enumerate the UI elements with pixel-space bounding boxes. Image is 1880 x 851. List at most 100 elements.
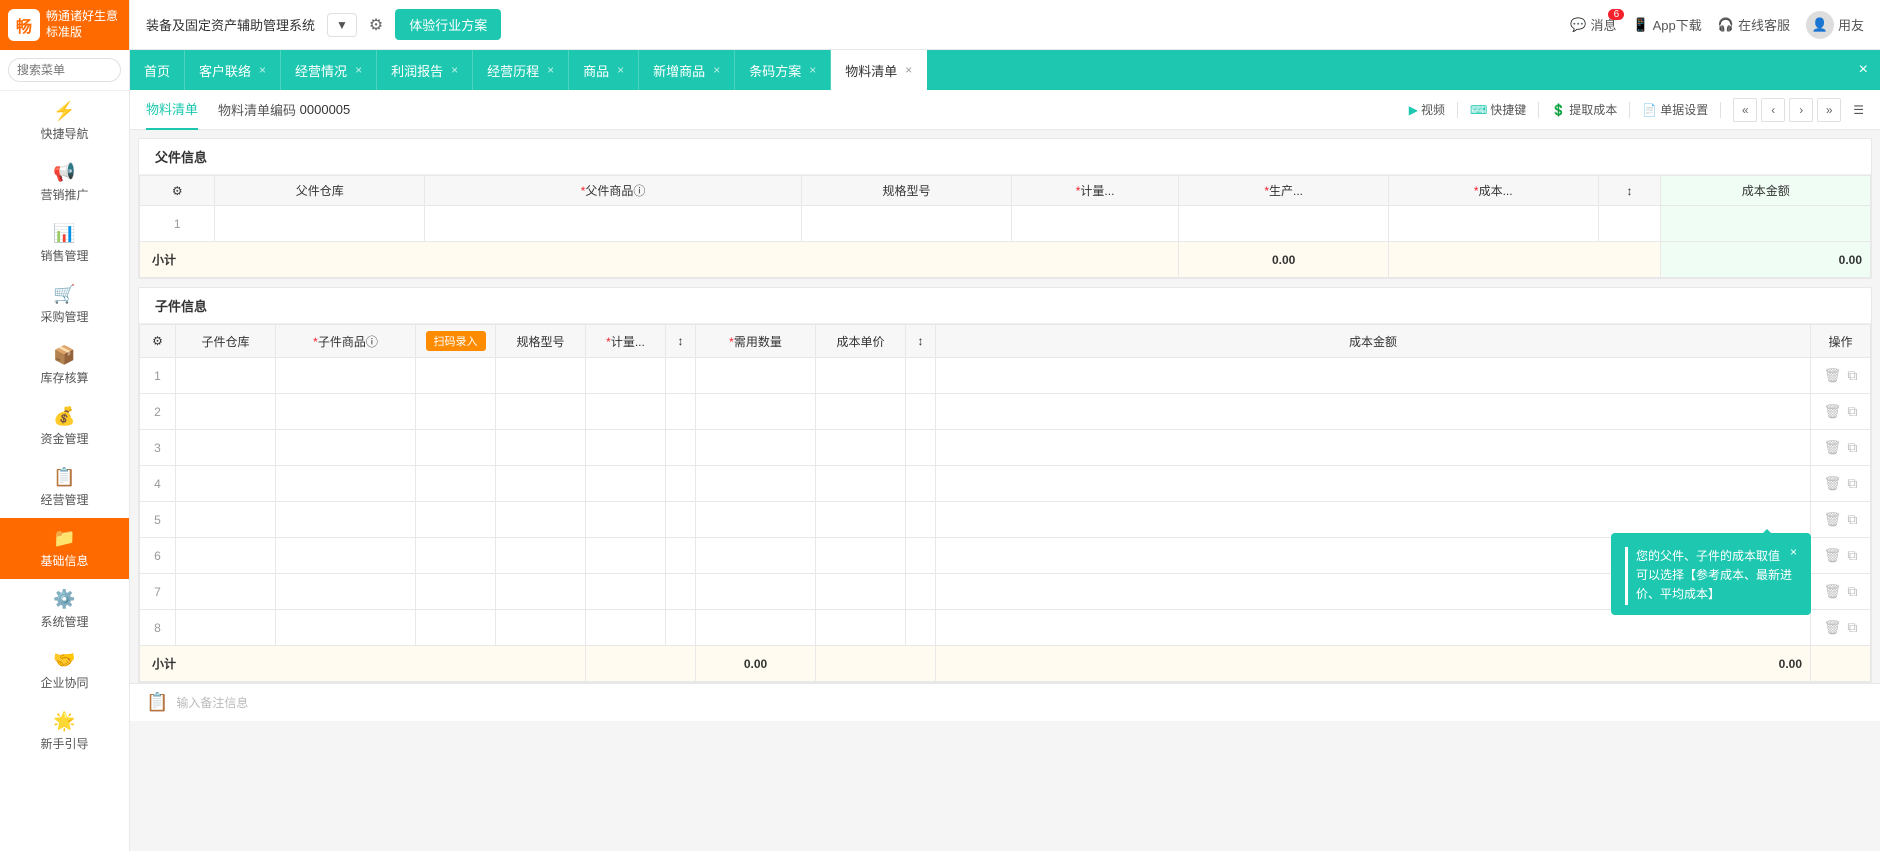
copy-icon-2[interactable]: ⧉ [1847,403,1857,420]
tab-history[interactable]: 经营历程 × [473,50,569,90]
close-all-tabs[interactable]: × [1847,61,1880,79]
setting-btn[interactable]: 📄 单据设置 [1642,101,1708,118]
child-row-5-spec[interactable] [496,502,586,538]
close-tab-bom[interactable]: × [905,63,912,77]
parent-row-1-produce[interactable] [1179,206,1389,242]
child-row-2-qty[interactable] [696,394,816,430]
child-row-6-unit[interactable] [586,538,666,574]
child-row-7-unit-cost[interactable] [816,574,906,610]
child-row-8-unit-cost[interactable] [816,610,906,646]
tab-new-goods[interactable]: 新增商品 × [639,50,735,90]
pager-prev-prev[interactable]: « [1733,98,1757,122]
note-label[interactable]: 输入备注信息 [176,694,248,711]
child-row-2-warehouse[interactable] [176,394,276,430]
child-row-8-goods[interactable] [276,610,416,646]
sidebar-item-system[interactable]: ⚙️ 系统管理 [0,579,129,640]
tab-home[interactable]: 首页 [130,50,185,90]
sidebar-item-enterprise[interactable]: 🤝 企业协同 [0,640,129,701]
child-row-5-warehouse[interactable] [176,502,276,538]
sidebar-item-quicknav[interactable]: ⚡ 快捷导航 [0,91,129,152]
search-input[interactable] [8,58,121,82]
child-row-8-spec[interactable] [496,610,586,646]
copy-icon-3[interactable]: ⧉ [1847,439,1857,456]
video-btn[interactable]: ▶ 视频 [1409,101,1445,118]
parent-row-1-unit[interactable] [1011,206,1179,242]
child-row-3-unit-cost[interactable] [816,430,906,466]
child-row-8-warehouse[interactable] [176,610,276,646]
sub-tab-bom-list[interactable]: 物料清单 [146,90,198,130]
parent-row-1-cost[interactable] [1388,206,1598,242]
child-row-1-warehouse[interactable] [176,358,276,394]
child-row-6-qty[interactable] [696,538,816,574]
parent-row-1-spec[interactable] [802,206,1012,242]
sidebar-item-basic[interactable]: 📁 基础信息 [0,518,129,579]
child-row-7-qty[interactable] [696,574,816,610]
sidebar-item-marketing[interactable]: 📢 营销推广 [0,152,129,213]
child-row-5-unit-cost[interactable] [816,502,906,538]
layout-btn[interactable]: ☰ [1853,103,1864,117]
online-service-button[interactable]: 🎧 在线客服 [1718,15,1790,34]
child-row-7-goods[interactable] [276,574,416,610]
tab-bom[interactable]: 物料清单 × [831,50,927,90]
pager-next[interactable]: › [1789,98,1813,122]
copy-icon-8[interactable]: ⧉ [1847,619,1857,636]
sidebar-item-ops[interactable]: 📋 经营管理 [0,457,129,518]
child-row-1-unit-cost[interactable] [816,358,906,394]
child-row-4-spec[interactable] [496,466,586,502]
delete-icon-6[interactable]: 🗑 [1824,547,1842,564]
child-row-6-spec[interactable] [496,538,586,574]
sub-tab-bom-code[interactable]: 物料清单编码 0000005 [218,90,350,130]
settings-icon[interactable]: ⚙ [369,15,383,35]
child-col-settings[interactable]: ⚙ [140,325,176,358]
shortcut-btn[interactable]: ⌨ 快捷键 [1470,101,1526,118]
child-row-6-goods[interactable] [276,538,416,574]
delete-icon-4[interactable]: 🗑 [1824,475,1842,492]
copy-icon-6[interactable]: ⧉ [1847,547,1857,564]
delete-icon-5[interactable]: 🗑 [1824,511,1842,528]
tooltip-close-btn[interactable]: × [1790,543,1797,562]
child-row-4-qty[interactable] [696,466,816,502]
child-row-4-goods[interactable] [276,466,416,502]
child-row-5-qty[interactable] [696,502,816,538]
tab-customer[interactable]: 客户联络 × [185,50,281,90]
system-dropdown[interactable]: ▼ [327,13,357,37]
child-row-1-goods[interactable] [276,358,416,394]
trial-button[interactable]: 体验行业方案 [395,9,501,40]
child-row-4-unit-cost[interactable] [816,466,906,502]
child-row-2-unit[interactable] [586,394,666,430]
child-row-8-qty[interactable] [696,610,816,646]
child-row-7-warehouse[interactable] [176,574,276,610]
child-row-3-warehouse[interactable] [176,430,276,466]
child-row-5-goods[interactable] [276,502,416,538]
sidebar-item-sales[interactable]: 📊 销售管理 [0,213,129,274]
child-row-4-warehouse[interactable] [176,466,276,502]
close-tab-history[interactable]: × [547,63,554,77]
child-row-3-goods[interactable] [276,430,416,466]
tab-goods[interactable]: 商品 × [569,50,639,90]
sidebar-item-finance[interactable]: 💰 资金管理 [0,396,129,457]
delete-icon-1[interactable]: 🗑 [1824,367,1842,384]
child-row-7-unit[interactable] [586,574,666,610]
copy-icon-4[interactable]: ⧉ [1847,475,1857,492]
tab-business[interactable]: 经营情况 × [281,50,377,90]
copy-icon-1[interactable]: ⧉ [1847,367,1857,384]
child-row-2-goods[interactable] [276,394,416,430]
child-row-7-spec[interactable] [496,574,586,610]
child-row-6-warehouse[interactable] [176,538,276,574]
message-button[interactable]: 💬 消息 6 [1570,15,1616,34]
sidebar-item-inventory[interactable]: 📦 库存核算 [0,335,129,396]
child-row-5-unit[interactable] [586,502,666,538]
delete-icon-8[interactable]: 🗑 [1824,619,1842,636]
child-row-3-spec[interactable] [496,430,586,466]
child-row-2-spec[interactable] [496,394,586,430]
child-row-1-spec[interactable] [496,358,586,394]
delete-icon-3[interactable]: 🗑 [1824,439,1842,456]
child-row-1-unit[interactable] [586,358,666,394]
app-download-button[interactable]: 📱 App下载 [1632,15,1701,34]
copy-icon-7[interactable]: ⧉ [1847,583,1857,600]
child-row-2-unit-cost[interactable] [816,394,906,430]
parent-row-1-warehouse[interactable] [215,206,425,242]
delete-icon-2[interactable]: 🗑 [1824,403,1842,420]
parent-row-1-goods[interactable] [425,206,802,242]
tab-profit[interactable]: 利润报告 × [377,50,473,90]
